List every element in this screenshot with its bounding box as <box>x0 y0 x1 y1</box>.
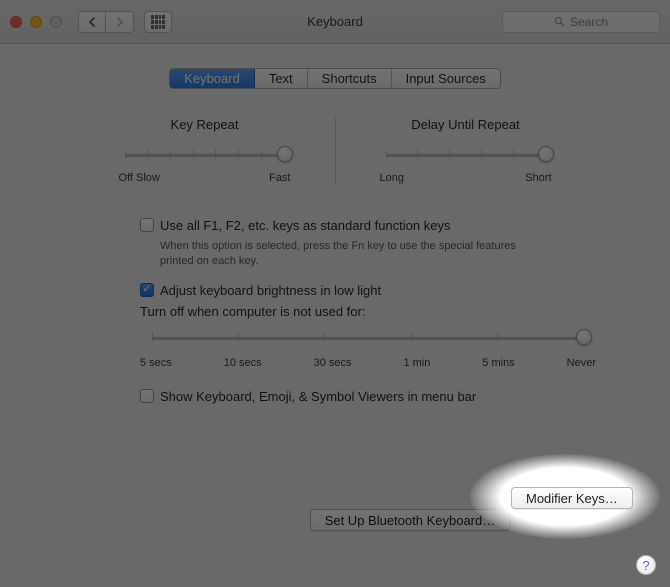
tab-text[interactable]: Text <box>255 69 308 88</box>
repeat-sliders: Key Repeat Off Slow Fast Delay Until Rep… <box>14 117 656 184</box>
idle-tick-5: Never <box>567 357 596 369</box>
key-repeat-slider[interactable] <box>125 146 285 166</box>
key-repeat-right: Fast <box>269 172 290 184</box>
window-title: Keyboard <box>307 14 363 29</box>
show-viewers-row: Show Keyboard, Emoji, & Symbol Viewers i… <box>140 389 596 404</box>
show-all-button[interactable] <box>144 11 172 33</box>
nav-buttons <box>78 11 134 33</box>
idle-slider[interactable] <box>152 329 584 349</box>
delay-repeat-label: Delay Until Repeat <box>366 117 566 132</box>
key-repeat-block: Key Repeat Off Slow Fast <box>105 117 305 184</box>
idle-tick-3: 1 min <box>403 357 430 369</box>
grid-icon <box>151 15 165 29</box>
tab-keyboard[interactable]: Keyboard <box>170 69 255 88</box>
fn-keys-row: Use all F1, F2, etc. keys as standard fu… <box>140 218 596 233</box>
key-repeat-left: Off Slow <box>119 172 160 184</box>
help-icon: ? <box>642 558 649 573</box>
bottom-buttons: Set Up Bluetooth Keyboard… Modifier Keys… <box>310 509 644 531</box>
forward-button[interactable] <box>106 11 134 33</box>
show-viewers-label: Show Keyboard, Emoji, & Symbol Viewers i… <box>160 389 476 404</box>
delay-repeat-left: Long <box>380 172 404 184</box>
fn-keys-label: Use all F1, F2, etc. keys as standard fu… <box>160 218 450 233</box>
fn-keys-checkbox[interactable] <box>140 218 154 232</box>
brightness-checkbox[interactable]: ✓ <box>140 283 154 297</box>
idle-tick-2: 30 secs <box>314 357 352 369</box>
setup-bluetooth-button[interactable]: Set Up Bluetooth Keyboard… <box>310 509 511 531</box>
options-section: Use all F1, F2, etc. keys as standard fu… <box>14 218 656 404</box>
search-input[interactable]: Search <box>502 11 660 33</box>
delay-repeat-slider[interactable] <box>386 146 546 166</box>
idle-label: Turn off when computer is not used for: <box>140 304 596 319</box>
close-button[interactable] <box>10 16 22 28</box>
zoom-button[interactable] <box>50 16 62 28</box>
brightness-label: Adjust keyboard brightness in low light <box>160 283 381 298</box>
traffic-lights <box>10 16 62 28</box>
modifier-keys-button[interactable]: Modifier Keys… <box>511 487 633 509</box>
slider-separator <box>335 117 336 184</box>
idle-tick-labels: 5 secs 10 secs 30 secs 1 min 5 mins Neve… <box>140 357 596 369</box>
search-icon <box>554 16 565 27</box>
back-button[interactable] <box>78 11 106 33</box>
minimize-button[interactable] <box>30 16 42 28</box>
idle-tick-0: 5 secs <box>140 357 172 369</box>
key-repeat-label: Key Repeat <box>105 117 305 132</box>
show-viewers-checkbox[interactable] <box>140 389 154 403</box>
delay-repeat-right: Short <box>525 172 551 184</box>
titlebar: Keyboard Search <box>0 0 670 44</box>
tab-bar: Keyboard Text Shortcuts Input Sources <box>14 68 656 89</box>
idle-tick-1: 10 secs <box>224 357 262 369</box>
fn-keys-hint: When this option is selected, press the … <box>160 239 540 269</box>
help-button[interactable]: ? <box>636 555 656 575</box>
delay-repeat-block: Delay Until Repeat Long Short <box>366 117 566 184</box>
tab-shortcuts[interactable]: Shortcuts <box>308 69 392 88</box>
brightness-row: ✓ Adjust keyboard brightness in low ligh… <box>140 283 596 298</box>
tab-input-sources[interactable]: Input Sources <box>392 69 500 88</box>
search-placeholder: Search <box>570 15 608 29</box>
idle-tick-4: 5 mins <box>482 357 514 369</box>
